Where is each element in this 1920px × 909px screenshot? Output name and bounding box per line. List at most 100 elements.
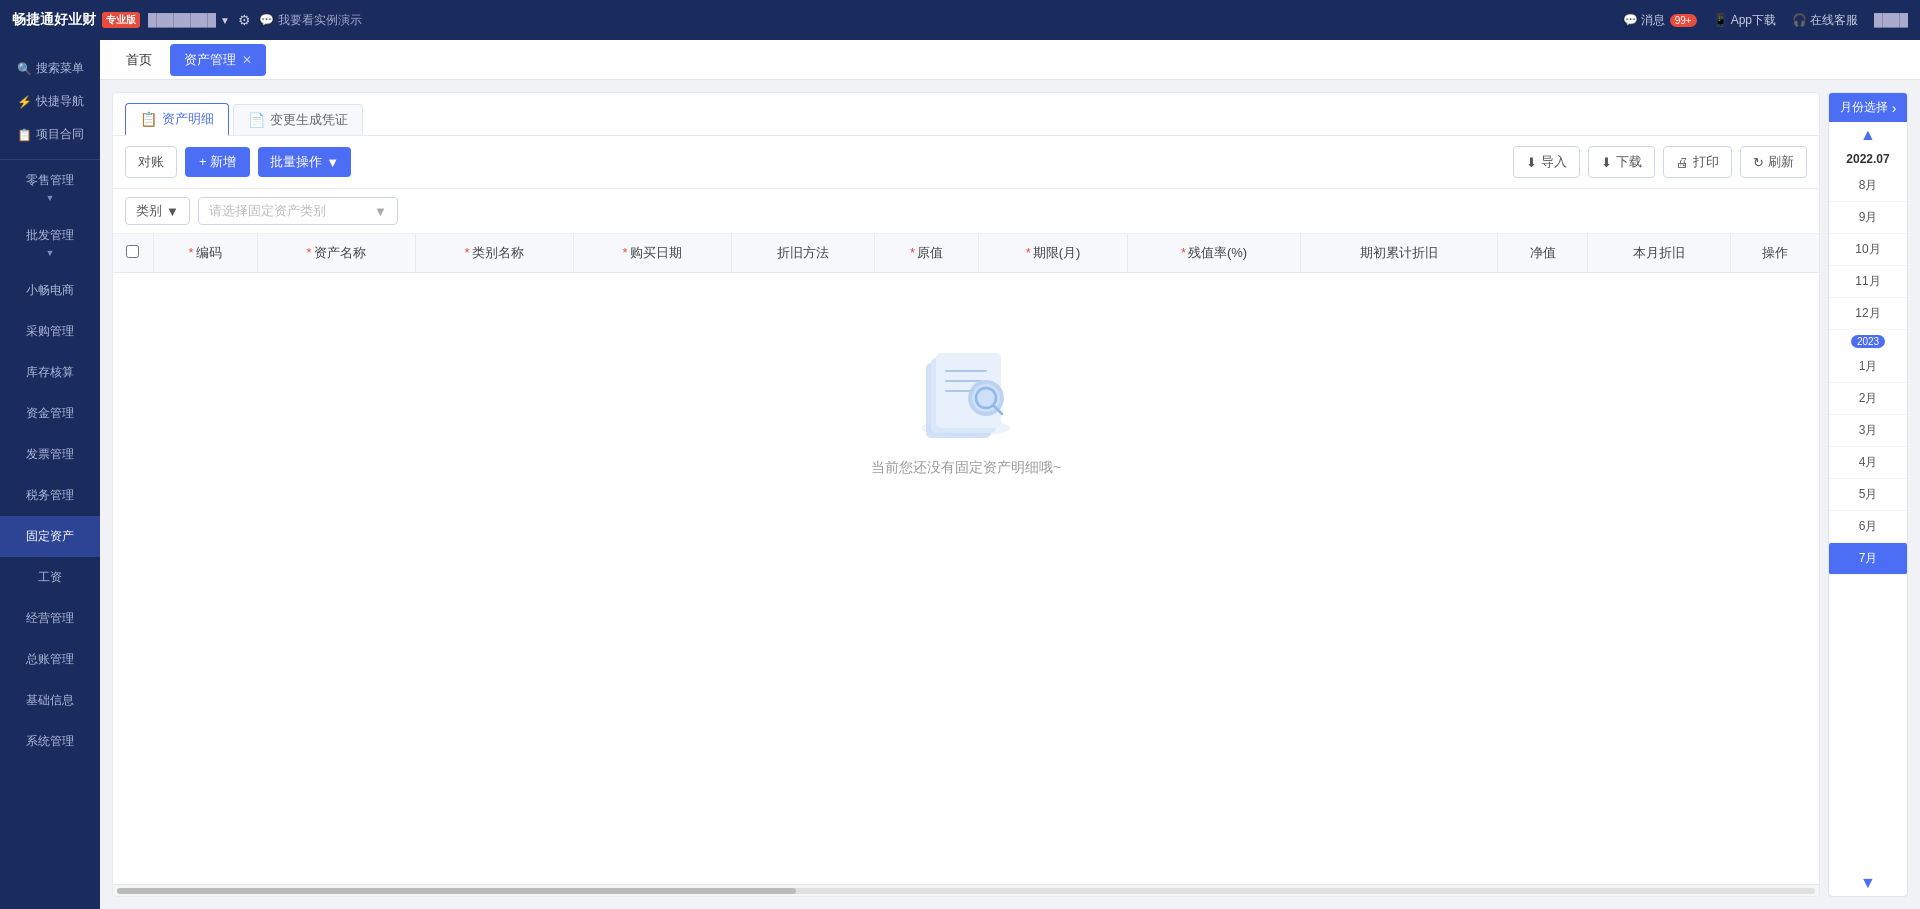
month-item-12[interactable]: 12月 [1829,298,1907,330]
sub-tab-change-voucher[interactable]: 📄 变更生成凭证 [233,104,363,135]
sidebar-item-ecommerce[interactable]: 小畅电商 [0,270,100,311]
sidebar-label-operations: 经营管理 [26,610,74,627]
col-code: *编码 [153,234,257,273]
empty-text: 当前您还没有固定资产明细哦~ [871,459,1061,477]
refresh-button[interactable]: ↻ 刷新 [1740,146,1807,178]
tab-home[interactable]: 首页 [112,44,166,76]
category-input[interactable]: 请选择固定资产类别 ▼ [198,197,398,225]
filter-row: 类别 ▼ 请选择固定资产类别 ▼ [113,189,1819,234]
messages-btn[interactable]: 💬 消息 99+ [1623,12,1697,29]
download-button[interactable]: ⬇ 下载 [1588,146,1655,178]
select-all-checkbox[interactable] [126,245,139,258]
reconcile-label: 对账 [138,153,164,171]
scrollbar-track [117,888,1815,894]
month-item-2023-5[interactable]: 5月 [1829,479,1907,511]
sub-tab-asset-detail[interactable]: 📋 资产明细 [125,103,229,136]
toolbar: 对账 + 新增 批量操作 ▼ ⬇ 导入 [113,136,1819,189]
app-download-btn[interactable]: 📱 App下载 [1713,12,1776,29]
add-button[interactable]: + 新增 [185,147,250,177]
sidebar-item-salary[interactable]: 工资 [0,557,100,598]
demo-text: 我要看实例演示 [278,12,362,29]
col-name: *资产名称 [257,234,415,273]
sidebar-item-general-ledger[interactable]: 总账管理 [0,639,100,680]
sidebar-item-basic-info[interactable]: 基础信息 [0,680,100,721]
table-container: *编码 *资产名称 *类别名称 *购买日期 折旧方法 *原值 *期限(月) *残… [113,234,1819,884]
brand-name: 畅捷通好业财 [12,11,96,29]
month-panel: 月份选择 › ▲ 2022.07 8月 9月 10月 11月 12月 2023 … [1828,92,1908,897]
quick-nav-btn[interactable]: ⚡ 快捷导航 [0,85,100,118]
company-selector[interactable]: ████████ ▼ ⚙ [148,12,251,28]
online-service-btn[interactable]: 🎧 在线客服 [1792,12,1858,29]
print-button[interactable]: 🖨 打印 [1663,146,1732,178]
brand: 畅捷通好业财 专业版 [12,11,140,29]
project-contract-label: 项目合同 [36,126,84,143]
col-original-value: *原值 [874,234,978,273]
message-count-badge: 99+ [1670,14,1697,27]
sidebar-label-finance: 资金管理 [26,405,74,422]
col-accumulated-depreciation: 期初累计折旧 [1301,234,1498,273]
user-name: ████ [1874,13,1908,27]
scrollbar-bottom[interactable] [113,884,1819,896]
month-item-10[interactable]: 10月 [1829,234,1907,266]
search-menu-btn[interactable]: 🔍 搜索菜单 [0,52,100,85]
sidebar-item-fixed-assets[interactable]: 固定资产 [0,516,100,557]
sidebar-item-invoice[interactable]: 发票管理 [0,434,100,475]
col-depreciation-method: 折旧方法 [731,234,874,273]
month-item-9[interactable]: 9月 [1829,202,1907,234]
assets-table: *编码 *资产名称 *类别名称 *购买日期 折旧方法 *原值 *期限(月) *残… [113,234,1819,273]
month-item-2023-3[interactable]: 3月 [1829,415,1907,447]
sidebar-label-fixed-assets: 固定资产 [26,528,74,545]
col-net-value: 净值 [1498,234,1587,273]
refresh-label: 刷新 [1768,153,1794,171]
sidebar-label-wholesale: 批发管理 [26,227,74,244]
sidebar-item-tax[interactable]: 税务管理 [0,475,100,516]
sidebar-item-retail[interactable]: 零售管理 ▼ [0,160,100,215]
gear-icon[interactable]: ⚙ [238,12,251,28]
online-service-label: 在线客服 [1810,12,1858,29]
sidebar-item-system[interactable]: 系统管理 [0,721,100,762]
reconcile-button[interactable]: 对账 [125,146,177,178]
sidebar-item-finance[interactable]: 资金管理 [0,393,100,434]
sidebar-item-wholesale[interactable]: 批发管理 ▼ [0,215,100,270]
month-nav-up-btn[interactable]: ▲ [1860,126,1876,144]
sidebar-item-inventory[interactable]: 库存核算 [0,352,100,393]
sidebar-top-actions: 🔍 搜索菜单 ⚡ 快捷导航 📋 项目合同 [0,44,100,160]
sidebar-label-system: 系统管理 [26,733,74,750]
month-list: 8月 9月 10月 11月 12月 2023 1月 2月 3月 4月 5月 6月… [1829,170,1907,870]
demo-link[interactable]: 💬 我要看实例演示 [259,12,362,29]
edition-badge: 专业版 [102,12,140,28]
user-info[interactable]: ████ [1874,13,1908,27]
sidebar-label-inventory: 库存核算 [26,364,74,381]
month-item-2023-4[interactable]: 4月 [1829,447,1907,479]
batch-label: 批量操作 [270,153,322,171]
category-select-type[interactable]: 类别 ▼ [125,197,190,225]
tab-close-icon[interactable]: ✕ [242,53,252,67]
quick-nav-label: 快捷导航 [36,93,84,110]
month-item-2023-2[interactable]: 2月 [1829,383,1907,415]
import-button[interactable]: ⬇ 导入 [1513,146,1580,178]
page-content: 📋 资产明细 📄 变更生成凭证 对账 + 新增 [100,80,1920,909]
empty-illustration [906,333,1026,443]
batch-button[interactable]: 批量操作 ▼ [258,147,351,177]
download-icon: ⬇ [1601,155,1612,170]
tab-asset-management-label: 资产管理 [184,51,236,69]
chevron-down-icon[interactable]: ▼ [220,15,230,26]
project-contract-btn[interactable]: 📋 项目合同 [0,118,100,151]
month-nav-down-btn[interactable]: ▼ [1860,874,1876,892]
main-layout: 🔍 搜索菜单 ⚡ 快捷导航 📋 项目合同 零售管理 ▼ 批发管理 ▼ 小畅电商 … [0,40,1920,909]
month-panel-collapse-btn[interactable]: › [1892,100,1897,116]
month-item-2023-1[interactable]: 1月 [1829,351,1907,383]
month-item-2023-7[interactable]: 7月 [1829,543,1907,575]
sub-tab-change-voucher-label: 变更生成凭证 [270,111,348,129]
sidebar-item-operations[interactable]: 经营管理 [0,598,100,639]
download-label: 下载 [1616,153,1642,171]
content-area: 首页 资产管理 ✕ 📋 资产明细 📄 变更生成凭证 [100,40,1920,909]
month-item-2023-6[interactable]: 6月 [1829,511,1907,543]
tab-asset-management[interactable]: 资产管理 ✕ [170,44,266,76]
top-bar-left: 畅捷通好业财 专业版 ████████ ▼ ⚙ 💬 我要看实例演示 [12,11,362,29]
month-item-11[interactable]: 11月 [1829,266,1907,298]
document-icon: 📄 [248,112,265,128]
sidebar-item-purchase[interactable]: 采购管理 [0,311,100,352]
month-item-8[interactable]: 8月 [1829,170,1907,202]
messages-label: 消息 [1641,12,1665,29]
